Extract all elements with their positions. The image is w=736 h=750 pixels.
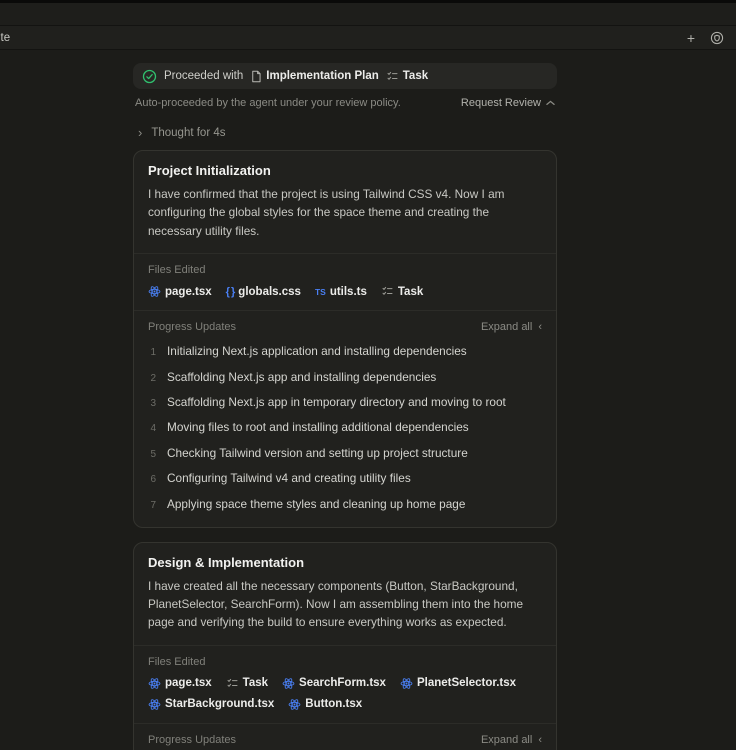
request-review-label: Request Review bbox=[460, 97, 541, 109]
thought-toggle[interactable]: › Thought for 4s bbox=[133, 126, 557, 139]
chevron-right-icon: › bbox=[138, 125, 143, 140]
update-number: 3 bbox=[150, 398, 156, 410]
react-icon bbox=[282, 678, 295, 689]
chip-label: Task bbox=[402, 70, 429, 82]
files-edited-label: Files Edited bbox=[148, 264, 206, 277]
file-icon bbox=[252, 70, 261, 82]
update-number: 5 bbox=[150, 448, 156, 460]
expand-all-button[interactable]: Expand all ‹ bbox=[481, 734, 542, 746]
expand-all-label: Expand all bbox=[480, 321, 533, 334]
progress-updates-section: Progress Updates Expand all ‹ 1Creating … bbox=[134, 722, 556, 750]
react-icon bbox=[288, 699, 301, 710]
chip-label: Implementation Plan bbox=[266, 70, 379, 82]
update-text: Scaffolding Next.js app and installing d… bbox=[167, 369, 437, 384]
list-checks-icon bbox=[382, 287, 393, 295]
file-chip[interactable]: Button.tsx bbox=[288, 698, 362, 711]
update-number: 2 bbox=[150, 372, 156, 384]
browser-titlebar bbox=[0, 3, 736, 26]
file-chip[interactable]: StarBackground.tsx bbox=[148, 698, 274, 711]
card-title: Project Initialization bbox=[148, 163, 271, 178]
files-edited-section: Files Edited page.tsx Task SearchForm.ts… bbox=[134, 644, 556, 723]
card-title: Design & Implementation bbox=[148, 554, 305, 570]
file-name: PlanetSelector.tsx bbox=[416, 677, 517, 690]
account-button[interactable] bbox=[708, 29, 726, 47]
project-name: ite bbox=[0, 31, 11, 44]
expand-all-label: Expand all bbox=[480, 733, 533, 746]
task-chip[interactable]: Task bbox=[386, 70, 428, 83]
progress-updates-section: Progress Updates Expand all ‹ 1 Initializ… bbox=[134, 310, 556, 526]
progress-updates-label: Progress Updates bbox=[148, 321, 237, 334]
update-number: 7 bbox=[150, 499, 156, 511]
implementation-plan-chip[interactable]: Implementation Plan bbox=[250, 70, 379, 83]
step-card-design-implementation: Design & Implementation I have created a… bbox=[133, 541, 557, 750]
list-checks-icon bbox=[227, 678, 238, 687]
progress-update-row[interactable]: 1 Initializing Next.js application and in… bbox=[148, 344, 542, 360]
chevron-left-icon: ‹ bbox=[538, 733, 542, 746]
chevron-left-icon: ‹ bbox=[538, 321, 542, 334]
file-name: page.tsx bbox=[165, 285, 212, 298]
update-number: 6 bbox=[150, 474, 156, 486]
progress-update-row[interactable]: 6 Configuring Tailwind v4 and creating ut… bbox=[148, 471, 542, 487]
progress-updates-label: Progress Updates bbox=[148, 733, 237, 746]
update-number: 4 bbox=[150, 423, 156, 435]
thought-label: Thought for 4s bbox=[151, 126, 226, 139]
file-name: globals.css bbox=[238, 285, 301, 298]
progress-update-row[interactable]: 7 Applying space theme styles and cleanin… bbox=[148, 497, 542, 513]
file-name: utils.ts bbox=[329, 285, 367, 298]
check-circle-icon bbox=[142, 69, 157, 83]
card-description: I have created all the necessary compone… bbox=[148, 578, 524, 630]
new-chat-button[interactable]: + bbox=[682, 29, 700, 47]
react-icon bbox=[148, 699, 161, 710]
file-chip[interactable]: TS utils.ts bbox=[315, 285, 367, 298]
file-chip[interactable]: SearchForm.tsx bbox=[282, 677, 386, 690]
app-header: ite + bbox=[0, 26, 736, 50]
progress-update-row[interactable]: 3 Scaffolding Next.js app in temporary di… bbox=[148, 395, 542, 411]
files-edited-label: Files Edited bbox=[148, 655, 206, 668]
file-chip[interactable]: { } globals.css bbox=[226, 285, 301, 298]
update-text: Applying space theme styles and cleaning… bbox=[167, 496, 466, 511]
proceeded-banner: Proceeded with Implementation Plan Task bbox=[133, 63, 557, 89]
update-text: Checking Tailwind version and setting up… bbox=[167, 445, 468, 460]
file-chip[interactable]: page.tsx bbox=[148, 285, 212, 298]
plus-icon: + bbox=[686, 29, 696, 46]
task-chip[interactable]: Task bbox=[381, 285, 423, 298]
update-text: Initializing Next.js application and ins… bbox=[167, 344, 467, 359]
file-chip[interactable]: PlanetSelector.tsx bbox=[400, 677, 516, 690]
file-name: SearchForm.tsx bbox=[299, 677, 386, 690]
update-number: 1 bbox=[150, 347, 156, 359]
auto-proceed-note: Auto-proceeded by the agent under your r… bbox=[135, 97, 401, 109]
ts-icon: TS bbox=[314, 286, 326, 297]
react-icon bbox=[400, 678, 413, 689]
braces-icon: { } bbox=[225, 285, 236, 298]
update-text: Scaffolding Next.js app in temporary dir… bbox=[167, 395, 506, 410]
progress-update-row[interactable]: 4 Moving files to root and installing add… bbox=[148, 420, 542, 436]
request-review-button[interactable]: Request Review bbox=[461, 97, 555, 109]
react-icon bbox=[148, 678, 161, 689]
files-edited-section: Files Edited page.tsx { } globals.css TS… bbox=[134, 253, 556, 310]
task-chip[interactable]: Task bbox=[226, 677, 268, 690]
expand-all-button[interactable]: Expand all ‹ bbox=[481, 321, 542, 333]
chat-panel: Proceeded with Implementation Plan Task … bbox=[0, 63, 736, 750]
progress-update-row[interactable]: 5 Checking Tailwind version and setting u… bbox=[148, 446, 542, 462]
proceeded-label: Proceeded with bbox=[164, 70, 244, 82]
progress-update-row[interactable]: 2 Scaffolding Next.js app and installing … bbox=[148, 370, 542, 386]
file-name: page.tsx bbox=[165, 677, 212, 690]
list-checks-icon bbox=[387, 71, 398, 80]
file-name: Button.tsx bbox=[305, 698, 363, 711]
file-name: Task bbox=[242, 677, 269, 690]
shield-circle-icon bbox=[710, 31, 724, 44]
file-name: Task bbox=[397, 285, 424, 298]
step-card-project-initialization: Project Initialization I have confirmed … bbox=[133, 150, 557, 528]
file-chip[interactable]: page.tsx bbox=[148, 677, 212, 690]
update-text: Configuring Tailwind v4 and creating uti… bbox=[167, 471, 411, 486]
card-description: I have confirmed that the project is usi… bbox=[148, 187, 505, 238]
file-name: StarBackground.tsx bbox=[165, 698, 275, 711]
chevron-up-icon bbox=[546, 100, 555, 105]
react-icon bbox=[148, 286, 161, 297]
update-text: Moving files to root and installing addi… bbox=[167, 420, 469, 435]
